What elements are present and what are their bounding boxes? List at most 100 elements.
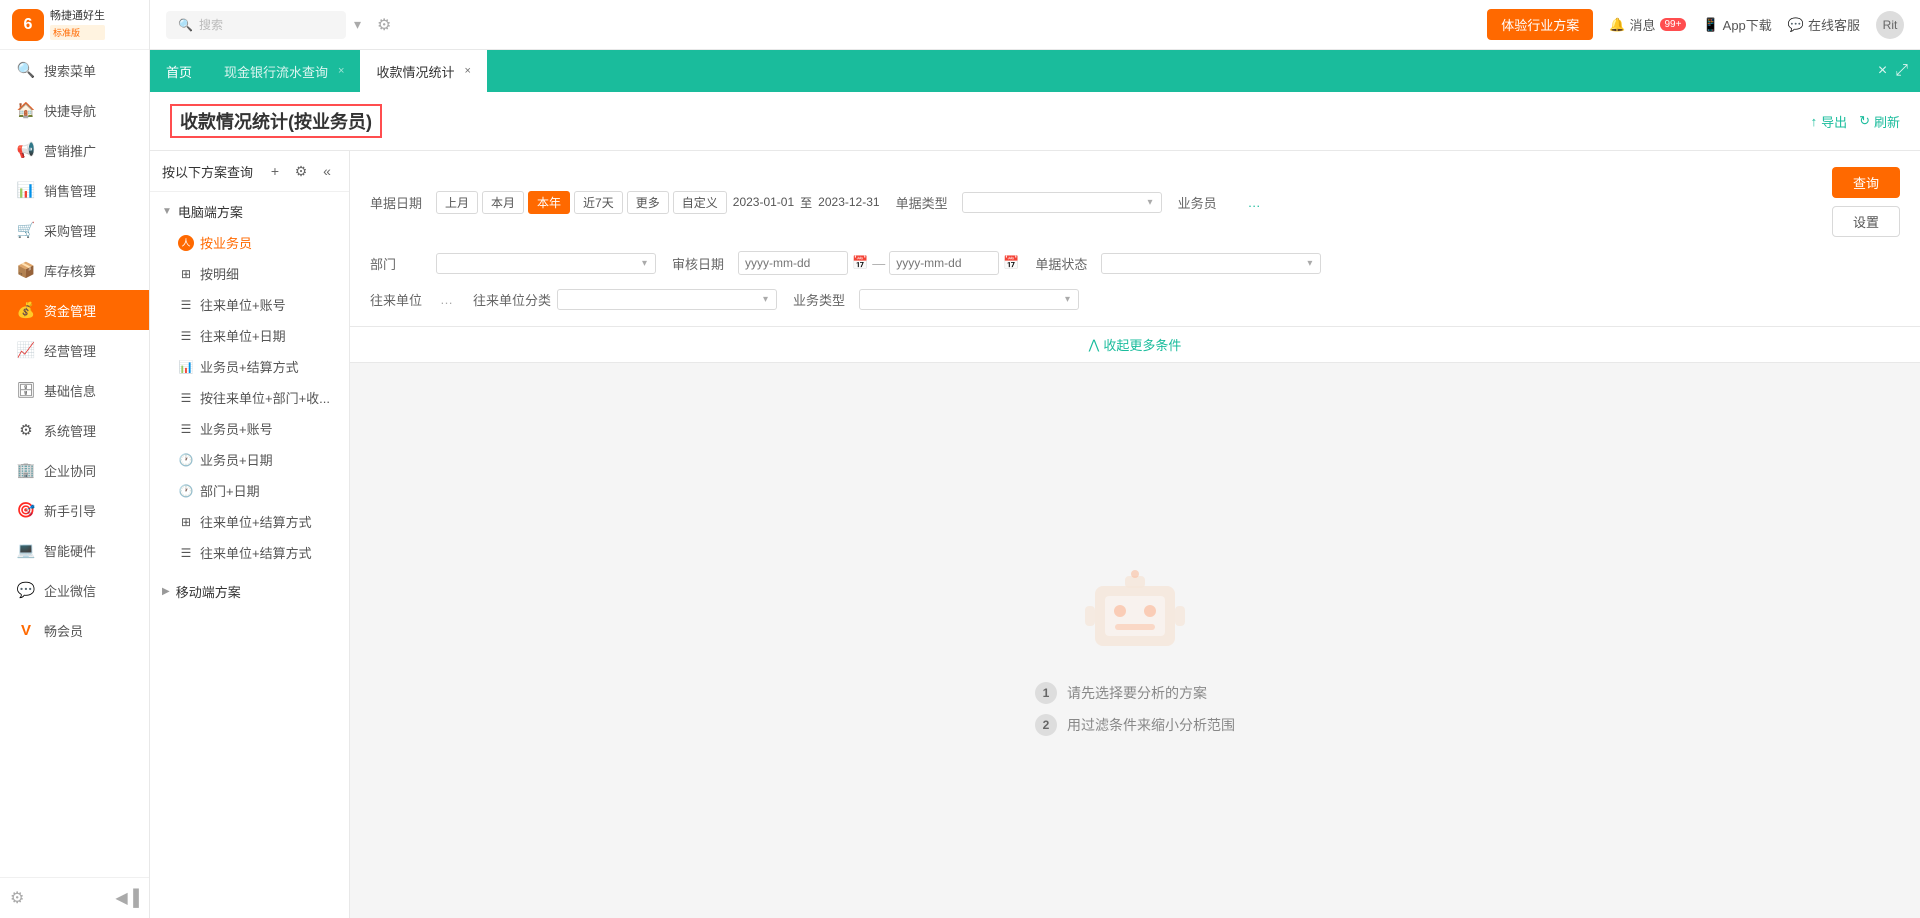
- counterpart-cat-arrow-icon: ▾: [763, 294, 768, 305]
- sidebar-item-operation[interactable]: 📈 经营管理: [0, 330, 149, 370]
- sidebar-item-guide[interactable]: 🎯 新手引导: [0, 490, 149, 530]
- business-type-arrow-icon: ▾: [1065, 294, 1070, 305]
- service-icon: 💬: [1788, 17, 1804, 33]
- sidebar-collapse-icon[interactable]: ◀▐: [115, 888, 139, 908]
- tab-cash-flow[interactable]: 现金银行流水查询 ×: [208, 50, 360, 92]
- tab-cash-flow-close[interactable]: ×: [338, 65, 344, 77]
- desktop-scheme-group-header[interactable]: ▼ 电脑端方案: [150, 196, 349, 227]
- window-close-btn[interactable]: ×: [1878, 62, 1887, 80]
- scheme-settings-btn[interactable]: ⚙: [291, 161, 311, 181]
- counterpart-more-icon[interactable]: …: [436, 292, 457, 307]
- notification-action[interactable]: 🔔 消息 99+: [1609, 15, 1686, 34]
- online-service-action[interactable]: 💬 在线客服: [1788, 15, 1860, 34]
- mobile-group-arrow: ▶: [162, 586, 170, 597]
- sidebar-settings-icon[interactable]: ⚙: [10, 888, 24, 908]
- finance-icon: 💰: [16, 300, 36, 320]
- collapse-filter-btn[interactable]: ⋀ 收起更多条件: [350, 327, 1920, 363]
- sidebar-item-enterprise[interactable]: 🏢 企业协同: [0, 450, 149, 490]
- counterpart-category-label: 往来单位分类: [473, 290, 551, 309]
- date-btn-last-month[interactable]: 上月: [436, 191, 478, 214]
- counterpart-category-select[interactable]: ▾: [557, 289, 777, 310]
- header-search-box[interactable]: 🔍 搜索: [166, 11, 346, 39]
- header-right: 体验行业方案 🔔 消息 99+ 📱 App下载 💬 在线客服 Rit: [1487, 9, 1904, 40]
- app-download-action[interactable]: 📱 App下载: [1702, 15, 1771, 34]
- scheme-add-btn[interactable]: +: [265, 161, 285, 181]
- desktop-scheme-group: ▼ 电脑端方案 人 按业务员 ⊞ 按明细 ☰: [150, 192, 349, 572]
- sidebar-item-wechat[interactable]: 💬 企业微信: [0, 570, 149, 610]
- salesman-account-icon: ☰: [178, 422, 194, 436]
- sidebar-item-finance[interactable]: 💰 资金管理: [0, 290, 149, 330]
- trial-button[interactable]: 体验行业方案: [1487, 9, 1593, 40]
- scheme-item-salesman-account[interactable]: ☰ 业务员+账号: [150, 413, 349, 444]
- export-button[interactable]: ↑ 导出: [1811, 112, 1848, 131]
- mobile-scheme-group: ▶ 移动端方案: [150, 572, 349, 611]
- search-icon: 🔍: [178, 18, 193, 32]
- sidebar-item-member[interactable]: V 畅会员: [0, 610, 149, 650]
- date-btn-this-month[interactable]: 本月: [482, 191, 524, 214]
- scheme-item-unit-account[interactable]: ☰ 往来单位+账号: [150, 289, 349, 320]
- mobile-scheme-group-header[interactable]: ▶ 移动端方案: [150, 576, 349, 607]
- refresh-button[interactable]: ↻ 刷新: [1859, 112, 1900, 131]
- logo-icon: 6: [12, 9, 44, 41]
- dept-select[interactable]: ▾: [436, 253, 656, 274]
- tab-home[interactable]: 首页: [150, 50, 208, 92]
- doc-status-label: 单据状态: [1035, 254, 1095, 273]
- sidebar-item-system[interactable]: ⚙ 系统管理: [0, 410, 149, 450]
- scheme-item-unit-date[interactable]: ☰ 往来单位+日期: [150, 320, 349, 351]
- notification-icon: 🔔: [1609, 17, 1625, 33]
- scheme-item-salesman-date[interactable]: 🕐 业务员+日期: [150, 444, 349, 475]
- sidebar-item-marketing[interactable]: 📢 营销推广: [0, 130, 149, 170]
- content-area: 按以下方案查询 + ⚙ « ▼ 电脑端方案 人: [150, 151, 1920, 918]
- sidebar-item-inventory[interactable]: 📦 库存核算: [0, 250, 149, 290]
- doc-status-select[interactable]: ▾: [1101, 253, 1321, 274]
- review-date-from-input[interactable]: [738, 251, 848, 275]
- enterprise-icon: 🏢: [16, 460, 36, 480]
- scheme-action-buttons: + ⚙ «: [265, 161, 337, 181]
- user-avatar[interactable]: Rit: [1876, 11, 1904, 39]
- tab-collection-stats[interactable]: 收款情况统计 ×: [360, 50, 486, 92]
- sidebar-item-sales[interactable]: 📊 销售管理: [0, 170, 149, 210]
- scheme-item-salesman-settle[interactable]: 📊 业务员+结算方式: [150, 351, 349, 382]
- business-type-select[interactable]: ▾: [859, 289, 1079, 310]
- empty-step-2: 2 用过滤条件来缩小分析范围: [1035, 714, 1235, 736]
- scheme-item-unit-settle1[interactable]: ⊞ 往来单位+结算方式: [150, 506, 349, 537]
- date-btn-more[interactable]: 更多: [627, 191, 669, 214]
- calendar-from-icon[interactable]: 📅: [852, 255, 868, 271]
- tab-collection-stats-close[interactable]: ×: [464, 65, 470, 77]
- filter-date-item: 单据日期 上月 本月 本年 近7天 更多 自定义 2023-01-01: [370, 191, 880, 214]
- date-btn-this-year[interactable]: 本年: [528, 191, 570, 214]
- salesman-label: 业务员: [1178, 193, 1238, 212]
- window-expand-btn[interactable]: ⤢: [1895, 62, 1908, 80]
- salesman-more-btn[interactable]: …: [1248, 195, 1261, 210]
- sidebar-item-quick-nav[interactable]: 🏠 快捷导航: [0, 90, 149, 130]
- review-date-to-input[interactable]: [889, 251, 999, 275]
- date-btn-7days[interactable]: 近7天: [574, 191, 623, 214]
- sidebar-item-base-info[interactable]: 🗄 基础信息: [0, 370, 149, 410]
- sidebar-item-purchase[interactable]: 🛒 采购管理: [0, 210, 149, 250]
- settings-gear-icon[interactable]: ⚙: [377, 15, 391, 35]
- refresh-icon: ↻: [1859, 113, 1870, 129]
- calendar-to-icon[interactable]: 📅: [1003, 255, 1019, 271]
- scheme-item-by-detail[interactable]: ⊞ 按明细: [150, 258, 349, 289]
- search-dropdown-icon[interactable]: ▾: [354, 16, 361, 33]
- filter-row-1: 单据日期 上月 本月 本年 近7天 更多 自定义 2023-01-01: [370, 167, 1900, 237]
- filter-area: 单据日期 上月 本月 本年 近7天 更多 自定义 2023-01-01: [350, 151, 1920, 327]
- scheme-item-by-salesman[interactable]: 人 按业务员: [150, 227, 349, 258]
- scheme-collapse-btn[interactable]: «: [317, 161, 337, 181]
- date-btn-custom[interactable]: 自定义: [673, 191, 727, 214]
- settings-button[interactable]: 设置: [1832, 206, 1900, 237]
- scheme-item-unit-dept-collect[interactable]: ☰ 按往来单位+部门+收...: [150, 382, 349, 413]
- guide-icon: 🎯: [16, 500, 36, 520]
- query-button[interactable]: 查询: [1832, 167, 1900, 198]
- date-range-display: 2023-01-01 至 2023-12-31: [733, 194, 880, 211]
- unit-settle2-icon: ☰: [178, 546, 194, 560]
- logo-text: 畅捷通好生 标准版: [50, 9, 105, 40]
- scheme-item-dept-date[interactable]: 🕐 部门+日期: [150, 475, 349, 506]
- scheme-item-unit-settle2[interactable]: ☰ 往来单位+结算方式: [150, 537, 349, 568]
- doc-type-select[interactable]: ▾: [962, 192, 1162, 213]
- sidebar-item-smart-hw[interactable]: 💻 智能硬件: [0, 530, 149, 570]
- search-menu-icon: 🔍: [16, 60, 36, 80]
- sidebar-item-search-menu[interactable]: 🔍 搜索菜单: [0, 50, 149, 90]
- detail-icon: ⊞: [178, 267, 194, 281]
- doc-type-label: 单据类型: [896, 193, 956, 212]
